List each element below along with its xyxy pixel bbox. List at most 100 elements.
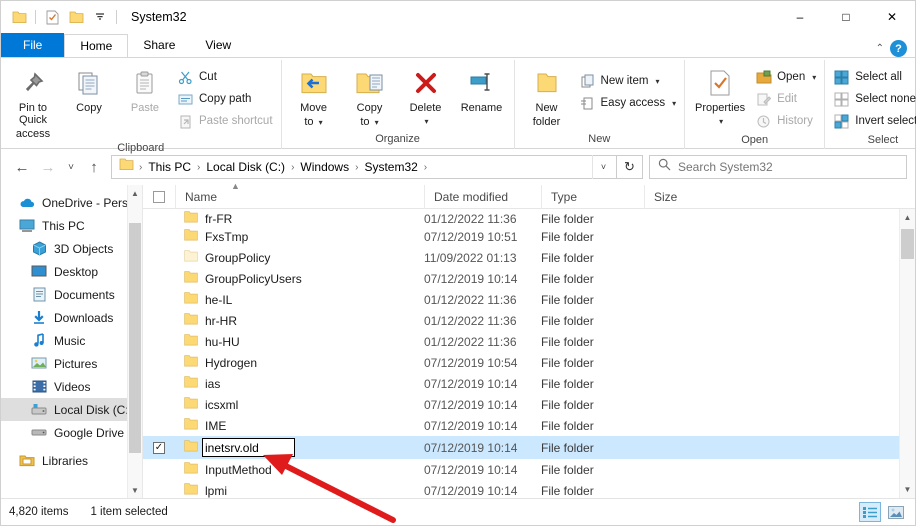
row-name-cell[interactable]: hr-HR [175,313,424,328]
new-folder-icon[interactable] [64,5,88,29]
row-name-cell[interactable]: he-IL [175,292,424,307]
table-row[interactable]: he-IL 01/12/2022 11:36 File folder [143,289,915,310]
column-header-type[interactable]: Type [541,184,644,209]
table-row[interactable]: IME 07/12/2019 10:14 File folder [143,415,915,436]
delete-caret-icon[interactable]: ▾ [425,116,429,128]
breadcrumb-item-windows[interactable]: Windows [295,160,354,174]
sidebar-item-downloads[interactable]: Downloads [1,306,142,329]
sidebar-item-local-disk[interactable]: Local Disk (C:) [1,398,142,421]
table-row[interactable]: hr-HR 01/12/2022 11:36 File folder [143,310,915,331]
table-row[interactable]: Hydrogen 07/12/2019 10:54 File folder [143,352,915,373]
new-folder-button[interactable]: New folder [519,64,575,128]
minimize-button[interactable]: – [777,1,823,33]
table-row[interactable]: ias 07/12/2019 10:14 File folder [143,373,915,394]
row-checkbox[interactable]: ✓ [153,441,165,454]
tab-share[interactable]: Share [128,33,191,57]
select-all-checkbox-header[interactable] [143,185,175,209]
scroll-up-icon[interactable]: ▲ [900,209,915,226]
row-name-cell[interactable]: lpmi [175,483,424,498]
breadcrumb-item-system32[interactable]: System32 [359,160,422,174]
row-name-cell[interactable]: fr-FR [175,211,424,226]
rename-button[interactable]: Rename [454,64,510,114]
collapse-ribbon-icon[interactable]: ⌃ [876,43,884,54]
cut-button[interactable]: Cut [173,66,277,88]
row-name-cell[interactable]: ias [175,376,424,391]
breadcrumb-item-local-disk[interactable]: Local Disk (C:) [201,160,290,174]
navigation-scrollbar[interactable]: ▲ ▼ [127,185,142,498]
table-row[interactable]: ✓ 07/12/2019 10:14 File folder [143,436,915,459]
sidebar-item-desktop[interactable]: Desktop [1,260,142,283]
folder-icon[interactable] [7,5,31,29]
close-button[interactable]: ✕ [869,1,915,33]
select-none-button[interactable]: Select none [829,88,916,110]
row-name-cell[interactable]: InputMethod [175,462,424,477]
tab-view[interactable]: View [190,33,247,57]
column-header-date-modified[interactable]: Date modified [424,184,541,209]
column-header-name[interactable]: Name ▲ [175,181,424,209]
large-icons-view-icon[interactable] [885,502,907,522]
edit-button[interactable]: Edit [751,88,820,110]
search-input[interactable]: Search System32 [678,160,773,174]
forward-button[interactable]: → [35,154,61,180]
sidebar-item-this-pc[interactable]: This PC [1,214,142,237]
table-row[interactable]: GroupPolicyUsers 07/12/2019 10:14 File f… [143,268,915,289]
scroll-down-icon[interactable]: ▼ [900,481,915,498]
pin-to-quick-access-button[interactable]: Pin to Quick access [5,64,61,140]
tab-file[interactable]: File [1,33,65,57]
back-button[interactable]: ← [9,154,35,180]
sidebar-item-3d-objects[interactable]: 3D Objects [1,237,142,260]
new-item-button[interactable]: New item ▾ [575,70,681,92]
copy-to-button[interactable]: Copy to ▾ [342,64,398,129]
row-name-cell[interactable]: GroupPolicy [175,250,424,265]
scrollbar-thumb[interactable] [129,223,141,453]
copy-button[interactable]: Copy [61,64,117,114]
new-item-caret-icon[interactable]: ▾ [655,77,659,86]
table-row[interactable]: hu-HU 01/12/2022 11:36 File folder [143,331,915,352]
delete-button[interactable]: Delete ▾ [398,64,454,128]
scroll-down-icon[interactable]: ▼ [128,482,142,498]
column-header-size[interactable]: Size [644,184,730,209]
select-all-button[interactable]: Select all [829,66,916,88]
customize-quick-access-dropdown[interactable] [88,5,112,29]
properties-button[interactable]: Properties ▾ [689,64,751,128]
sidebar-item-pictures[interactable]: Pictures [1,352,142,375]
details-view-icon[interactable] [859,502,881,522]
scroll-up-icon[interactable]: ▲ [128,185,142,201]
paste-shortcut-button[interactable]: Paste shortcut [173,110,277,132]
sidebar-item-videos[interactable]: Videos [1,375,142,398]
sidebar-item-onedrive[interactable]: OneDrive - Person [1,191,142,214]
row-name-cell[interactable] [175,438,424,457]
breadcrumb[interactable]: › This PC › Local Disk (C:) › Windows › … [111,155,617,179]
easy-access-caret-icon[interactable]: ▾ [672,99,676,108]
sidebar-item-documents[interactable]: Documents [1,283,142,306]
file-list-scrollbar[interactable]: ▲ ▼ [899,209,915,498]
sidebar-item-libraries[interactable]: Libraries [1,449,142,472]
properties-icon[interactable] [40,5,64,29]
row-name-cell[interactable]: Hydrogen [175,355,424,370]
maximize-button[interactable]: □ [823,1,869,33]
breadcrumb-separator[interactable]: › [423,162,428,173]
breadcrumb-item-this-pc[interactable]: This PC [143,160,196,174]
row-name-cell[interactable]: FxsTmp [175,229,424,244]
invert-selection-button[interactable]: Invert selection [829,110,916,132]
scrollbar-thumb[interactable] [901,229,914,259]
table-row[interactable]: icsxml 07/12/2019 10:14 File folder [143,394,915,415]
copy-path-button[interactable]: Copy path [173,88,277,110]
refresh-button[interactable]: ↻ [617,155,643,179]
table-row[interactable]: lpmi 07/12/2019 10:14 File folder [143,480,915,498]
move-to-button[interactable]: Move to ▾ [286,64,342,129]
table-row[interactable]: fr-FR 01/12/2022 11:36 File folder [143,209,915,226]
row-checkbox-cell[interactable]: ✓ [143,441,175,454]
sidebar-item-google-drive[interactable]: Google Drive (G: [1,421,142,444]
tab-home[interactable]: Home [64,34,129,58]
header-checkbox[interactable] [153,190,165,203]
open-caret-icon[interactable]: ▾ [812,73,816,82]
history-button[interactable]: History [751,110,820,132]
properties-caret-icon[interactable]: ▾ [719,116,723,128]
row-name-cell[interactable]: hu-HU [175,334,424,349]
table-row[interactable]: InputMethod 07/12/2019 10:14 File folder [143,459,915,480]
easy-access-button[interactable]: Easy access ▾ [575,92,681,114]
help-icon[interactable]: ? [890,40,907,57]
up-button[interactable]: ↑ [81,154,107,180]
address-dropdown-icon[interactable]: ˅ [592,155,614,179]
